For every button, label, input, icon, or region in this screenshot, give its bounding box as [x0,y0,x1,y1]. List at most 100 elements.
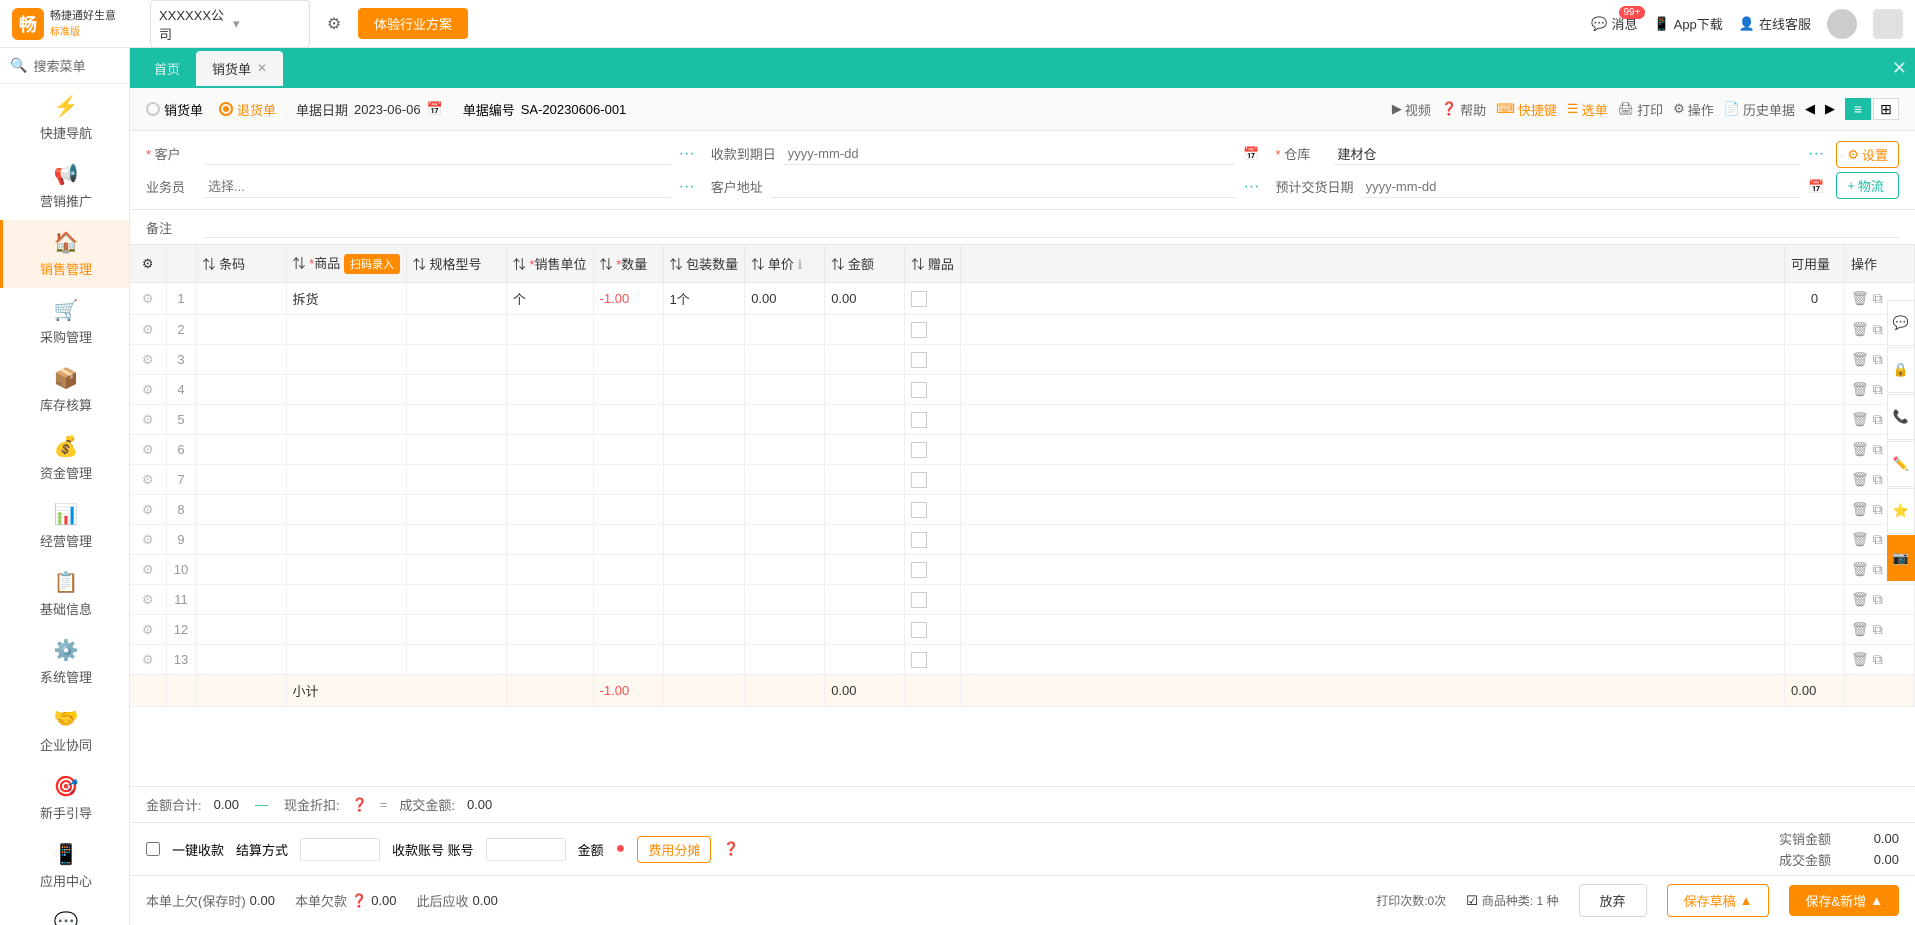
row-gift-cell[interactable] [905,525,961,555]
row-product-cell[interactable] [286,495,406,525]
sidebar-item-enterprise[interactable]: 🤝 企业协同 [0,696,129,764]
row-settings-icon[interactable]: ⚙ [142,291,154,306]
gift-checkbox[interactable] [911,412,927,428]
row-copy-icon[interactable]: ⧉ [1873,441,1883,458]
row-settings-icon[interactable]: ⚙ [142,412,154,427]
rfloat-star-btn[interactable]: ⭐ [1887,488,1915,534]
row-amount-cell[interactable] [825,405,905,435]
row-unit-cell[interactable] [506,645,593,675]
row-unit-cell[interactable] [506,345,593,375]
company-selector[interactable]: XXXXXX公司 ▾ [150,0,310,48]
row-unit-cell[interactable] [506,555,593,585]
expected-date-input[interactable] [1362,176,1801,198]
row-qty-cell[interactable] [593,645,663,675]
row-copy-icon[interactable]: ⧉ [1873,501,1883,518]
row-barcode-cell[interactable] [196,645,286,675]
row-amount-cell[interactable] [825,645,905,675]
row-price-cell[interactable] [745,585,825,615]
print-btn[interactable]: 🖨 打印 [1618,100,1664,119]
row-pkg-cell[interactable] [663,645,745,675]
row-pkg-cell[interactable] [663,495,745,525]
row-pkg-cell[interactable] [663,525,745,555]
row-gift-cell[interactable] [905,283,961,315]
row-price-cell[interactable] [745,375,825,405]
row-delete-icon[interactable]: 🗑 [1851,621,1869,638]
row-settings-icon[interactable]: ⚙ [142,562,154,577]
row-unit-cell[interactable] [506,405,593,435]
one-click-payment-checkbox[interactable] [146,842,160,856]
sidebar-item-quick-nav[interactable]: ⚡ 快捷导航 [0,84,129,152]
row-gift-cell[interactable] [905,465,961,495]
rfloat-camera-btn[interactable]: 📷 [1887,535,1915,581]
row-qty-cell[interactable] [593,525,663,555]
row-price-cell[interactable] [745,495,825,525]
split-help-icon[interactable]: ❓ [723,841,739,857]
row-gift-cell[interactable] [905,555,961,585]
calendar-icon[interactable]: 📅 [427,101,443,117]
online-service-btn[interactable]: 👤 在线客服 [1739,14,1811,33]
row-delete-icon[interactable]: 🗑 [1851,501,1869,518]
row-pkg-cell[interactable] [663,465,745,495]
sidebar-item-purchase[interactable]: 🛒 采购管理 [0,288,129,356]
gift-checkbox[interactable] [911,472,927,488]
row-qty-cell[interactable] [593,345,663,375]
row-pkg-cell[interactable] [663,435,745,465]
salesperson-input[interactable] [204,176,671,198]
row-copy-icon[interactable]: ⧉ [1873,351,1883,368]
sidebar-item-basic[interactable]: 📋 基础信息 [0,560,129,628]
logistics-button[interactable]: + 物流 [1836,172,1899,199]
avatar[interactable] [1827,9,1857,39]
row-barcode-cell[interactable] [196,525,286,555]
customer-address-input[interactable] [771,176,1236,198]
row-gift-cell[interactable] [905,435,961,465]
row-spec-cell[interactable] [406,283,506,315]
row-spec-cell[interactable] [406,495,506,525]
gift-checkbox[interactable] [911,442,927,458]
row-price-cell[interactable]: 0.00 [745,283,825,315]
row-qty-cell[interactable] [593,435,663,465]
row-barcode-cell[interactable] [196,555,286,585]
row-qty-cell[interactable]: -1.00 [593,283,663,315]
row-product-cell[interactable]: 拆货 [286,283,406,315]
row-copy-icon[interactable]: ⧉ [1873,651,1883,668]
row-barcode-cell[interactable] [196,405,286,435]
row-settings-icon[interactable]: ⚙ [142,382,154,397]
customer-address-ellipsis-icon[interactable]: ··· [1244,178,1260,196]
row-product-cell[interactable] [286,585,406,615]
row-gift-cell[interactable] [905,315,961,345]
history-btn[interactable]: 📄 历史单据 [1724,100,1795,119]
row-barcode-cell[interactable] [196,615,286,645]
row-price-cell[interactable] [745,315,825,345]
row-copy-icon[interactable]: ⧉ [1873,471,1883,488]
row-qty-cell[interactable] [593,465,663,495]
row-spec-cell[interactable] [406,435,506,465]
payment-date-calendar-icon[interactable]: 📅 [1243,146,1259,162]
form-settings-button[interactable]: ⚙ 设置 [1836,141,1899,168]
select-btn[interactable]: ☰ 选单 [1567,100,1608,119]
row-delete-icon[interactable]: 🗑 [1851,561,1869,578]
row-pkg-cell[interactable] [663,555,745,585]
row-price-cell[interactable] [745,465,825,495]
row-unit-cell[interactable]: 个 [506,283,593,315]
expected-date-calendar-icon[interactable]: 📅 [1808,179,1824,195]
row-product-cell[interactable] [286,615,406,645]
row-product-cell[interactable] [286,525,406,555]
row-delete-icon[interactable]: 🗑 [1851,531,1869,548]
row-unit-cell[interactable] [506,615,593,645]
scan-button[interactable]: 扫码录入 [344,254,400,274]
row-qty-cell[interactable] [593,585,663,615]
rfloat-lock-btn[interactable]: 🔒 [1887,347,1915,393]
list-view-btn-1[interactable]: ≡ [1845,98,1871,120]
gift-checkbox[interactable] [911,652,927,668]
row-qty-cell[interactable] [593,555,663,585]
row-copy-icon[interactable]: ⧉ [1873,531,1883,548]
row-pkg-cell[interactable] [663,615,745,645]
row-gift-cell[interactable] [905,615,961,645]
row-settings-icon[interactable]: ⚙ [142,502,154,517]
row-price-cell[interactable] [745,345,825,375]
customer-ellipsis-icon[interactable]: ··· [679,145,695,163]
row-delete-icon[interactable]: 🗑 [1851,591,1869,608]
row-spec-cell[interactable] [406,345,506,375]
shortcut-btn[interactable]: ⌨ 快捷键 [1496,100,1557,119]
row-pkg-cell[interactable] [663,405,745,435]
